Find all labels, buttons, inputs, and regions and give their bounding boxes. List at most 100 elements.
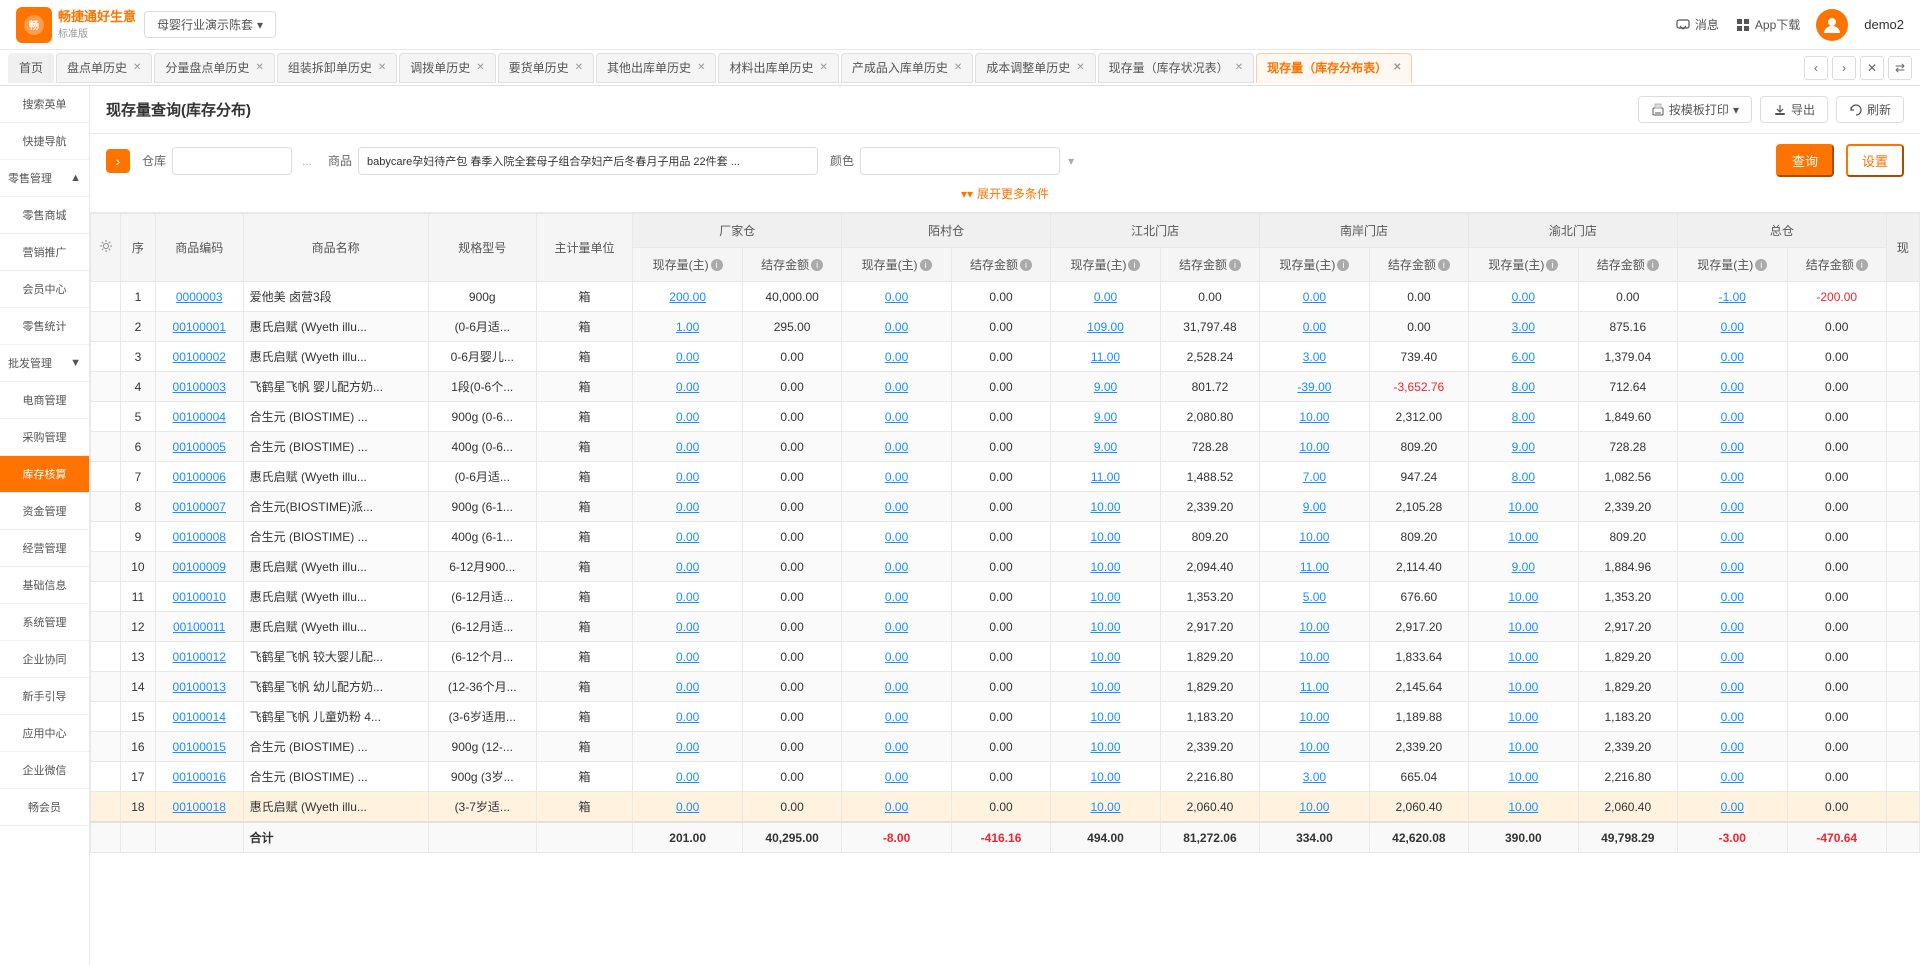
tab-prev-btn[interactable]: ‹ (1804, 56, 1828, 80)
sidebar-item-retail-stats[interactable]: 零售统计 (0, 308, 89, 345)
td-unit: 箱 (536, 462, 633, 492)
sidebar-item-ecommerce[interactable]: 电商管理 (0, 382, 89, 419)
td-mcj-s: 0.00 (842, 642, 952, 672)
sidebar-item-wholesale[interactable]: 批发管理 ▼ (0, 345, 89, 382)
info-icon-7[interactable]: i (1337, 259, 1349, 271)
tab-6[interactable]: 其他出库单历史 ✕ (596, 53, 716, 83)
tab-7[interactable]: 材料出库单历史 ✕ (718, 53, 838, 83)
user-name[interactable]: demo2 (1864, 17, 1904, 32)
info-icon-9[interactable]: i (1546, 259, 1558, 271)
td-spec: (6-12月适... (428, 612, 536, 642)
sidebar-item-basics[interactable]: 基础信息 (0, 567, 89, 604)
tab-close-all-btn[interactable]: ✕ (1860, 56, 1884, 80)
settings-btn[interactable]: 设置 (1846, 144, 1904, 177)
sidebar-item-finance[interactable]: 资金管理 (0, 493, 89, 530)
td-unit: 箱 (536, 432, 633, 462)
tab-close-5[interactable]: ✕ (575, 62, 583, 73)
th-settings[interactable] (91, 214, 121, 282)
sidebar-item-member[interactable]: 会员中心 (0, 271, 89, 308)
query-btn[interactable]: 查询 (1776, 144, 1834, 177)
info-icon-12[interactable]: i (1856, 259, 1868, 271)
info-icon-3[interactable]: i (920, 259, 932, 271)
tab-close-9[interactable]: ✕ (1076, 62, 1084, 73)
sidebar-item-wechat[interactable]: 企业微信 (0, 752, 89, 789)
expand-conditions[interactable]: ▾▾ 展开更多条件 (106, 185, 1904, 202)
tab-close-1[interactable]: ✕ (133, 62, 141, 73)
tab-9[interactable]: 成本调整单历史 ✕ (975, 53, 1095, 83)
th-jbm-amount: 结存金额i (1160, 248, 1259, 282)
filter-arrow-btn[interactable]: › (106, 149, 130, 173)
td-zc-s: 0.00 (1677, 522, 1787, 552)
tab-close-10[interactable]: ✕ (1235, 62, 1243, 73)
td-chj-s: 0.00 (633, 582, 743, 612)
tab-close-7[interactable]: ✕ (819, 62, 827, 73)
info-icon-5[interactable]: i (1128, 259, 1140, 271)
sidebar-item-search[interactable]: 搜索英单 (0, 86, 89, 123)
tab-close-3[interactable]: ✕ (378, 62, 386, 73)
td-mcj-a: 0.00 (951, 402, 1050, 432)
table-container[interactable]: 序 商品编码 商品名称 规格型号 主计量单位 厂家仓 陌村仓 江北门店 南岸门店… (90, 213, 1920, 965)
goods-input[interactable] (358, 147, 818, 175)
sidebar-item-retail-store[interactable]: 零售商城 (0, 197, 89, 234)
td-nam-s: 0.00 (1260, 282, 1370, 312)
sidebar-item-system[interactable]: 系统管理 (0, 604, 89, 641)
info-icon-6[interactable]: i (1229, 259, 1241, 271)
td-mcj-a: 0.00 (951, 552, 1050, 582)
tab-8[interactable]: 产成品入库单历史 ✕ (841, 53, 973, 83)
color-input[interactable] (860, 147, 1060, 175)
td-zc-s: 0.00 (1677, 612, 1787, 642)
info-icon-10[interactable]: i (1647, 259, 1659, 271)
sidebar-item-inventory[interactable]: 库存核算 (0, 456, 89, 493)
sidebar-item-marketing[interactable]: 营销推广 (0, 234, 89, 271)
tab-close-2[interactable]: ✕ (255, 62, 263, 73)
tab-active[interactable]: 现存量（库存分布表） ✕ (1256, 53, 1412, 83)
sidebar-item-member2[interactable]: 畅会员 (0, 789, 89, 826)
td-unit: 箱 (536, 792, 633, 823)
info-icon-11[interactable]: i (1755, 259, 1767, 271)
page-header: 现存量查询(库存分布) 按模板打印 ▾ 导出 刷新 (90, 86, 1920, 134)
refresh-btn[interactable]: 刷新 (1836, 96, 1904, 123)
td-chj-s: 0.00 (633, 342, 743, 372)
sidebar-item-guide[interactable]: 新手引导 (0, 678, 89, 715)
tab-10[interactable]: 现存量（库存状况表） ✕ (1098, 53, 1254, 83)
print-btn[interactable]: 按模板打印 ▾ (1638, 96, 1752, 123)
tab-next-btn[interactable]: › (1832, 56, 1856, 80)
th-mcj-amount: 结存金额i (951, 248, 1050, 282)
info-icon-8[interactable]: i (1438, 259, 1450, 271)
warehouse-input[interactable] (172, 147, 292, 175)
tab-1[interactable]: 盘点单历史 ✕ (56, 53, 152, 83)
td-ybm-s: 10.00 (1468, 642, 1578, 672)
td-mcj-s: 0.00 (842, 282, 952, 312)
info-icon-1[interactable]: i (711, 259, 723, 271)
td-settings (91, 432, 121, 462)
tab-5[interactable]: 要货单历史 ✕ (498, 53, 594, 83)
sidebar-item-appcenter[interactable]: 应用中心 (0, 715, 89, 752)
user-avatar[interactable] (1816, 9, 1848, 41)
tab-close-4[interactable]: ✕ (476, 62, 484, 73)
tab-close-6[interactable]: ✕ (697, 62, 705, 73)
td-jbm-a: 728.28 (1160, 432, 1259, 462)
export-btn[interactable]: 导出 (1760, 96, 1828, 123)
tab-2[interactable]: 分量盘点单历史 ✕ (154, 53, 274, 83)
sidebar-item-nav[interactable]: 快捷导航 (0, 123, 89, 160)
sidebar-item-operation[interactable]: 经营管理 (0, 530, 89, 567)
td-nam-a: 2,060.40 (1369, 792, 1468, 823)
td-name: 惠氏启赋 (Wyeth illu... (243, 792, 428, 823)
td-code: 00100003 (155, 372, 243, 402)
sidebar-item-purchase[interactable]: 采购管理 (0, 419, 89, 456)
tab-close-8[interactable]: ✕ (954, 62, 962, 73)
tab-close-active[interactable]: ✕ (1393, 62, 1401, 73)
tab-home[interactable]: 首页 (8, 53, 54, 83)
info-icon-2[interactable]: i (811, 259, 823, 271)
tab-3[interactable]: 组装拆卸单历史 ✕ (277, 53, 397, 83)
tab-expand-btn[interactable]: ⇄ (1888, 56, 1912, 80)
nav-selector[interactable]: 母婴行业演示陈套 ▾ (144, 11, 276, 38)
sidebar-item-retail-mgmt[interactable]: 零售管理 ▲ (0, 160, 89, 197)
tab-4[interactable]: 调拨单历史 ✕ (399, 53, 495, 83)
sidebar-item-enterprise[interactable]: 企业协同 (0, 641, 89, 678)
info-icon-4[interactable]: i (1020, 259, 1032, 271)
message-btn[interactable]: 消息 (1675, 16, 1719, 33)
app-download-btn[interactable]: App下载 (1735, 16, 1800, 33)
warehouse-dots[interactable]: ... (298, 154, 316, 168)
td-chj-a: 0.00 (743, 402, 842, 432)
